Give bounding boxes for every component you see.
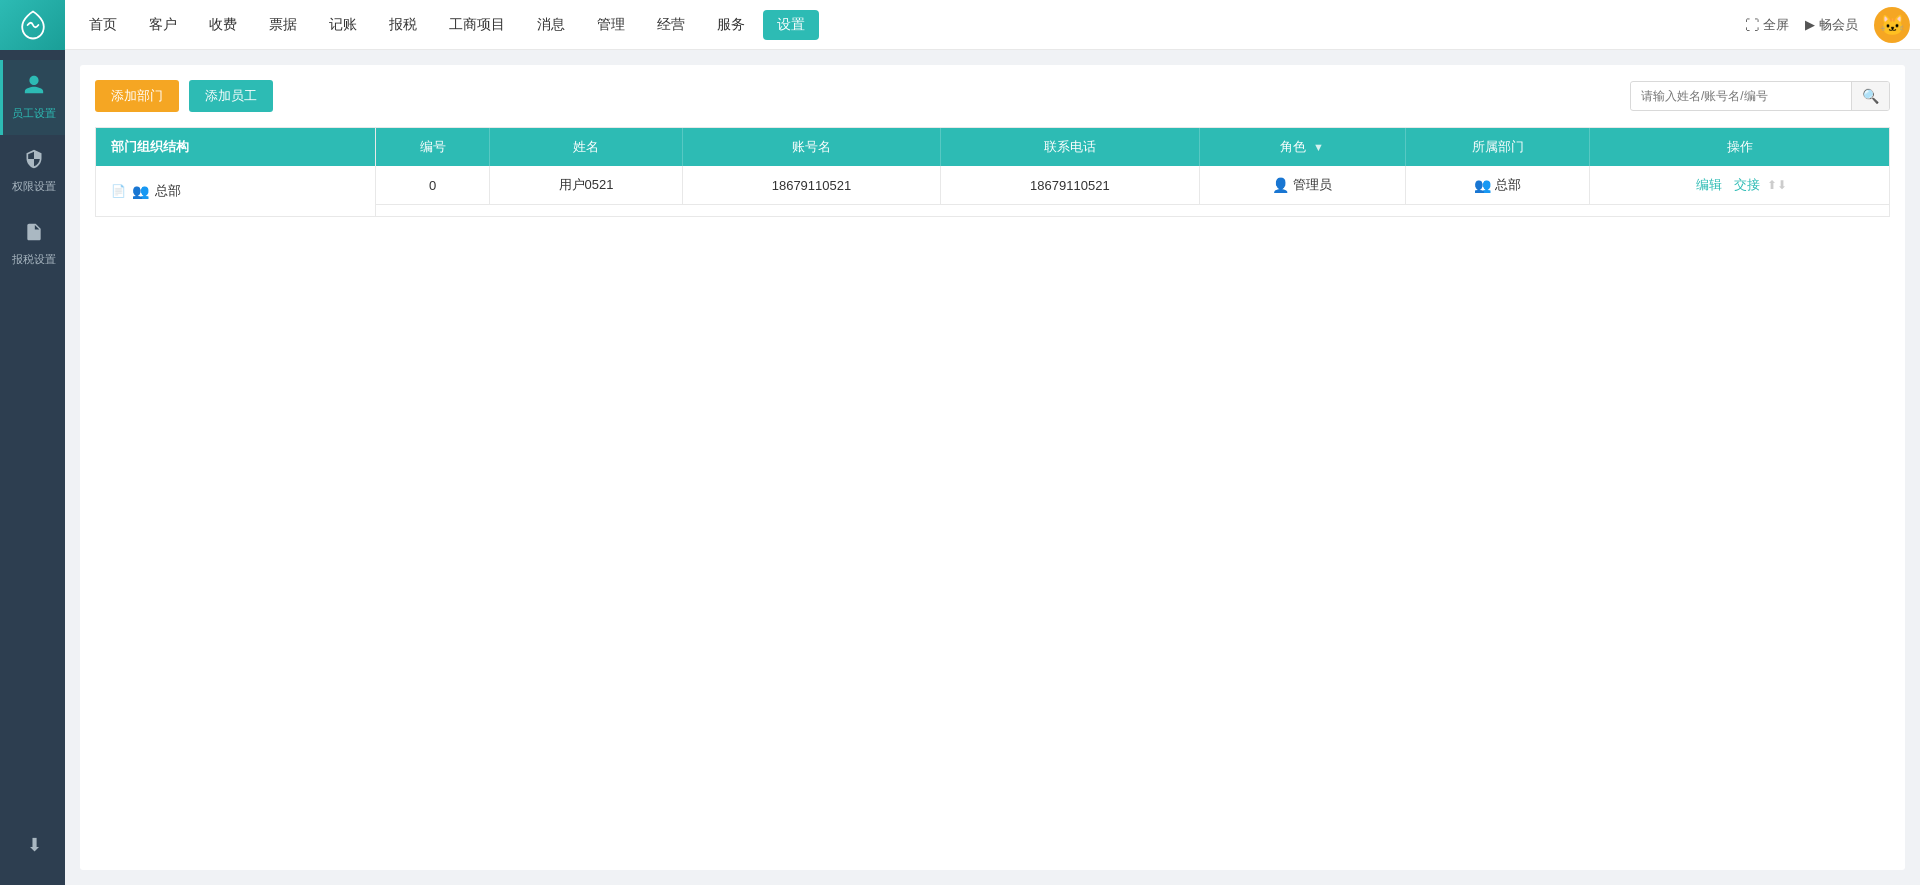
dept-tree-body: 📄 👥 总部: [96, 166, 375, 216]
vip-btn[interactable]: ▶ 畅会员: [1805, 16, 1858, 34]
search-button[interactable]: 🔍: [1851, 82, 1889, 110]
sidebar-item-permission[interactable]: 权限设置: [0, 135, 65, 208]
add-dept-button[interactable]: 添加部门: [95, 80, 179, 112]
content-area: 添加部门 添加员工 🔍 部门组织结构 📄 👥: [65, 50, 1920, 885]
toolbar: 添加部门 添加员工 🔍: [95, 80, 1890, 112]
role-filter-icon: ▼: [1313, 141, 1324, 153]
nav-business[interactable]: 工商项目: [435, 10, 519, 40]
user-avatar[interactable]: 🐱: [1874, 7, 1910, 43]
col-name: 姓名: [490, 128, 683, 166]
dept-file-icon: 📄: [111, 184, 126, 198]
nav-operation[interactable]: 经营: [643, 10, 699, 40]
fullscreen-label: 全屏: [1763, 16, 1789, 34]
vip-label: 畅会员: [1819, 16, 1858, 34]
vip-icon: ▶: [1805, 17, 1815, 32]
employee-icon: [23, 74, 45, 101]
dept-tree: 部门组织结构 📄 👥 总部: [96, 128, 376, 216]
fullscreen-btn[interactable]: ⛶ 全屏: [1745, 16, 1789, 34]
search-input[interactable]: [1631, 83, 1851, 109]
sidebar-bottom: ⬇: [0, 820, 65, 885]
cell-actions: 编辑 交接 ⬆⬇: [1590, 166, 1889, 205]
cell-dept: 👥 总部: [1405, 166, 1590, 205]
col-role[interactable]: 角色 ▼: [1199, 128, 1405, 166]
role-user-icon: 👤: [1272, 177, 1289, 193]
nav-fee[interactable]: 收费: [195, 10, 251, 40]
search-area: 🔍: [1630, 81, 1890, 111]
top-navigation: 首页 客户 收费 票据 记账 报税 工商项目 消息 管理 经营 服务 设置 ⛶ …: [0, 0, 1920, 50]
dept-value: 总部: [1495, 176, 1521, 194]
main-panel: 添加部门 添加员工 🔍 部门组织结构 📄 👥: [80, 65, 1905, 870]
edit-action[interactable]: 编辑: [1696, 177, 1722, 192]
logo[interactable]: [0, 0, 65, 50]
role-value: 管理员: [1293, 176, 1332, 194]
table-body: 0 用户0521 18679110521 18679110521 👤 管理员: [376, 166, 1889, 205]
search-icon: 🔍: [1862, 88, 1879, 104]
employee-table: 编号 姓名 账号名 联系电话 角色 ▼ 所属部门 操作: [376, 128, 1889, 205]
nav-home[interactable]: 首页: [75, 10, 131, 40]
cell-role: 👤 管理员: [1199, 166, 1405, 205]
cell-phone: 18679110521: [941, 166, 1199, 205]
nav-message[interactable]: 消息: [523, 10, 579, 40]
main-layout: 员工设置 权限设置 报税设置 ⬇ 添加部门 添加员工: [0, 50, 1920, 885]
nav-customer[interactable]: 客户: [135, 10, 191, 40]
nav-tax[interactable]: 报税: [375, 10, 431, 40]
nav-settings[interactable]: 设置: [763, 10, 819, 40]
col-account: 账号名: [682, 128, 940, 166]
dept-tree-header: 部门组织结构: [96, 128, 375, 166]
sidebar-permission-label: 权限设置: [12, 179, 56, 194]
dept-item-root[interactable]: 📄 👥 总部: [106, 176, 365, 206]
dept-root-label: 总部: [155, 182, 181, 200]
nav-menu: 首页 客户 收费 票据 记账 报税 工商项目 消息 管理 经营 服务 设置: [75, 10, 1745, 40]
table-row: 0 用户0521 18679110521 18679110521 👤 管理员: [376, 166, 1889, 205]
taxsetting-icon: [24, 222, 44, 247]
sidebar-taxsetting-label: 报税设置: [12, 252, 56, 267]
nav-right-area: ⛶ 全屏 ▶ 畅会员 🐱: [1745, 7, 1910, 43]
cell-account: 18679110521: [682, 166, 940, 205]
sidebar-employee-label: 员工设置: [12, 106, 56, 121]
sidebar-download-btn[interactable]: ⬇: [0, 820, 65, 870]
cell-id: 0: [376, 166, 490, 205]
cell-name: 用户0521: [490, 166, 683, 205]
emp-table: 编号 姓名 账号名 联系电话 角色 ▼ 所属部门 操作: [376, 128, 1889, 216]
download-icon: ⬇: [27, 834, 42, 856]
nav-manage[interactable]: 管理: [583, 10, 639, 40]
col-dept: 所属部门: [1405, 128, 1590, 166]
nav-service[interactable]: 服务: [703, 10, 759, 40]
col-id: 编号: [376, 128, 490, 166]
nav-bill[interactable]: 票据: [255, 10, 311, 40]
col-phone: 联系电话: [941, 128, 1199, 166]
permission-icon: [24, 149, 44, 174]
table-header-row: 编号 姓名 账号名 联系电话 角色 ▼ 所属部门 操作: [376, 128, 1889, 166]
scroll-arrows-cell: ⬆⬇: [1767, 178, 1787, 192]
sidebar-item-taxsetting[interactable]: 报税设置: [0, 208, 65, 281]
sidebar-item-employee[interactable]: 员工设置: [0, 60, 65, 135]
dept-user-icon: 👥: [132, 183, 149, 199]
sidebar: 员工设置 权限设置 报税设置 ⬇: [0, 50, 65, 885]
content-grid: 部门组织结构 📄 👥 总部 编号: [95, 127, 1890, 217]
fullscreen-icon: ⛶: [1745, 17, 1759, 33]
col-actions: 操作: [1590, 128, 1889, 166]
transfer-action[interactable]: 交接: [1734, 177, 1760, 192]
nav-account[interactable]: 记账: [315, 10, 371, 40]
add-emp-button[interactable]: 添加员工: [189, 80, 273, 112]
dept-user-icon-cell: 👥: [1474, 177, 1491, 193]
